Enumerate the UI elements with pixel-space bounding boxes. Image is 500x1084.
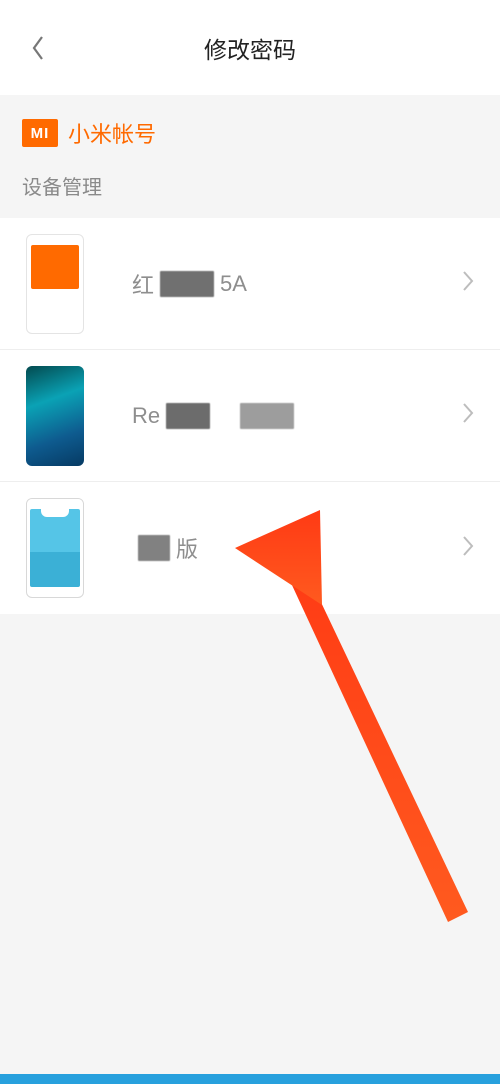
chevron-right-icon — [462, 535, 474, 562]
mi-logo-icon — [22, 119, 58, 147]
device-row[interactable]: 红 5A — [0, 218, 500, 350]
chevron-right-icon — [462, 270, 474, 297]
device-row[interactable]: 版 — [0, 482, 500, 614]
brand-name: 小米帐号 — [68, 117, 156, 149]
brand-row: 小米帐号 — [0, 95, 500, 165]
device-name-prefix: Re — [132, 403, 160, 429]
redacted-text — [160, 271, 214, 297]
chevron-right-icon — [462, 402, 474, 429]
device-list: 红 5A Re 版 — [0, 218, 500, 614]
chevron-left-icon — [30, 34, 46, 62]
redacted-text — [166, 403, 210, 429]
device-thumbnail-icon — [26, 366, 84, 466]
device-name-suffix: 5A — [220, 271, 247, 297]
back-button[interactable] — [18, 28, 58, 68]
redacted-text — [138, 535, 170, 561]
device-name-suffix: 版 — [176, 532, 198, 564]
redacted-text — [240, 403, 294, 429]
header: 修改密码 — [0, 0, 500, 95]
page-title: 修改密码 — [0, 31, 500, 65]
device-name: Re — [84, 403, 462, 429]
section-title: 设备管理 — [0, 165, 500, 218]
device-row[interactable]: Re — [0, 350, 500, 482]
device-thumbnail-icon — [26, 498, 84, 598]
device-thumbnail-icon — [26, 234, 84, 334]
device-name: 版 — [84, 532, 462, 564]
device-name: 红 5A — [84, 268, 462, 300]
device-name-prefix: 红 — [132, 268, 154, 300]
bottom-accent-bar — [0, 1074, 500, 1084]
